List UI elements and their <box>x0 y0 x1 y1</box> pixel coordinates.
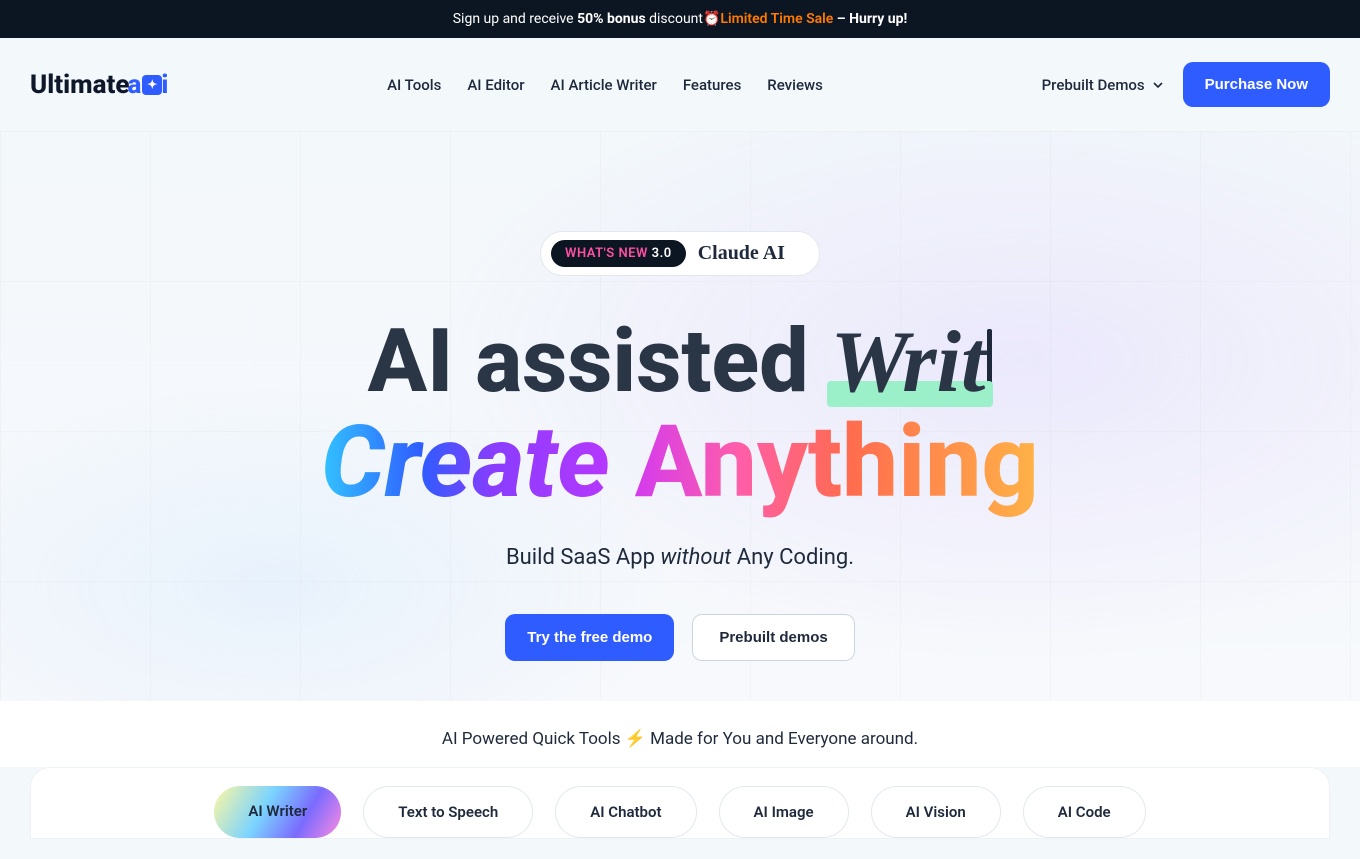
hero-h1-typed: Writ <box>831 314 993 411</box>
hero-h2-anything: Anything <box>610 404 1039 521</box>
nav-features[interactable]: Features <box>683 76 741 94</box>
subtitle-without: without <box>660 545 731 570</box>
hero-buttons: Try the free demo Prebuilt demos <box>20 614 1340 661</box>
announcement-bar[interactable]: Sign up and receive 50% bonus discount⏰L… <box>0 0 1360 38</box>
announcement-suffix: – Hurry up! <box>833 11 907 27</box>
announcement-prefix: Sign up and receive <box>453 11 577 27</box>
announcement-mid: discount⏰ <box>646 11 721 27</box>
chevron-down-icon <box>1153 80 1163 90</box>
tab-text-to-speech[interactable]: Text to Speech <box>363 786 533 838</box>
whats-new-badge: WHAT'S NEW 3.0 <box>551 240 686 267</box>
tab-ai-code[interactable]: AI Code <box>1023 786 1146 838</box>
prebuilt-demos-label: Prebuilt Demos <box>1042 76 1145 94</box>
tab-ai-writer[interactable]: AI Writer <box>214 786 341 838</box>
nav-ai-tools[interactable]: AI Tools <box>387 76 441 94</box>
logo-a: a <box>127 70 141 100</box>
subtitle-part2: Any Coding. <box>731 545 854 570</box>
site-header: Ultimateai AI Tools AI Editor AI Article… <box>0 38 1360 131</box>
hero-h2-create: Create <box>321 404 610 521</box>
prebuilt-demos-dropdown[interactable]: Prebuilt Demos <box>1042 76 1163 94</box>
prebuilt-demos-button[interactable]: Prebuilt demos <box>692 614 854 661</box>
announcement-sale: Limited Time Sale <box>720 11 833 27</box>
hero-h1-prefix: AI assisted <box>368 310 831 413</box>
purchase-button[interactable]: Purchase Now <box>1183 62 1330 107</box>
logo-sparkle-icon <box>142 75 162 95</box>
nav-reviews[interactable]: Reviews <box>767 76 823 94</box>
main-nav: AI Tools AI Editor AI Article Writer Fea… <box>387 76 823 94</box>
announcement-bonus: 50% bonus <box>577 11 646 27</box>
whats-new-version: 3.0 <box>648 246 672 261</box>
hero-heading-1: AI assisted Writ <box>20 316 1340 409</box>
nav-ai-article-writer[interactable]: AI Article Writer <box>551 76 657 94</box>
hero-heading-2: Create Anything <box>20 413 1340 513</box>
whats-new-caption: Claude AI <box>698 242 785 265</box>
whats-new-pill[interactable]: WHAT'S NEW 3.0 Claude AI <box>540 231 820 276</box>
subtitle-part1: Build SaaS App <box>506 545 660 570</box>
hero-section: WHAT'S NEW 3.0 Claude AI AI assisted Wri… <box>0 131 1360 701</box>
nav-ai-editor[interactable]: AI Editor <box>467 76 524 94</box>
logo-i: i <box>161 70 168 100</box>
tools-tabs: AI Writer Text to Speech AI Chatbot AI I… <box>30 767 1330 839</box>
try-demo-button[interactable]: Try the free demo <box>505 614 674 661</box>
hero-subtitle: Build SaaS App without Any Coding. <box>20 545 1340 570</box>
tab-ai-chatbot[interactable]: AI Chatbot <box>555 786 696 838</box>
whats-new-text: WHAT'S NEW <box>565 246 648 261</box>
tab-ai-image[interactable]: AI Image <box>719 786 849 838</box>
header-actions: Prebuilt Demos Purchase Now <box>1042 62 1330 107</box>
tools-tagline: AI Powered Quick Tools ⚡ Made for You an… <box>0 701 1360 767</box>
logo-main: Ultimate <box>30 70 129 100</box>
logo[interactable]: Ultimateai <box>30 70 168 100</box>
tab-ai-vision[interactable]: AI Vision <box>871 786 1001 838</box>
